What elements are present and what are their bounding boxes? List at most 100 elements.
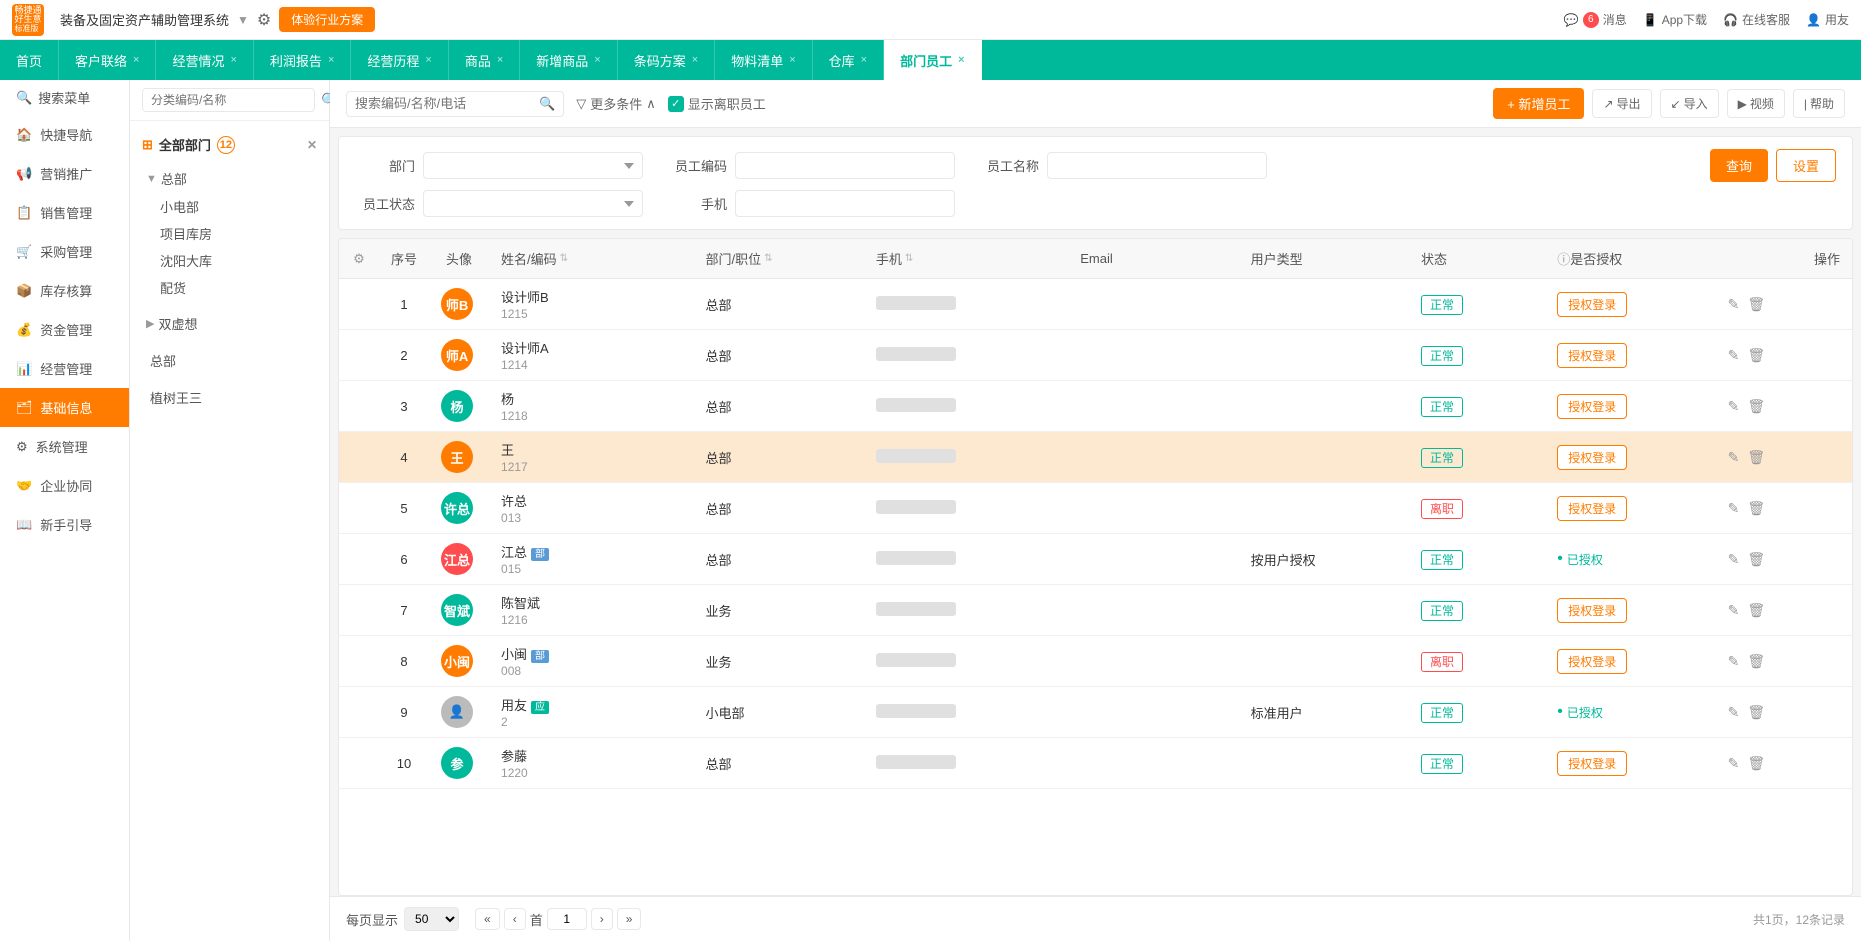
- close-icon[interactable]: ×: [692, 54, 698, 66]
- collapse-icon[interactable]: ✕: [307, 138, 317, 152]
- delete-icon[interactable]: 🗑: [1747, 602, 1765, 619]
- auth-login-button[interactable]: 授权登录: [1557, 292, 1627, 317]
- delete-icon[interactable]: 🗑: [1747, 449, 1765, 466]
- sidebar-item-marketing[interactable]: 📢 营销推广: [0, 154, 129, 193]
- status-filter-select[interactable]: [423, 190, 643, 217]
- sidebar-item-inventory[interactable]: 📦 库存核算: [0, 271, 129, 310]
- trial-button[interactable]: 体验行业方案: [279, 7, 375, 32]
- auth-login-button[interactable]: 授权登录: [1557, 751, 1627, 776]
- emp-name-input[interactable]: [1047, 152, 1267, 179]
- settings-icon[interactable]: ⚙: [353, 251, 365, 266]
- edit-icon[interactable]: ✎: [1728, 449, 1740, 466]
- nav-item-new-product[interactable]: 新增商品 ×: [520, 40, 617, 80]
- edit-icon[interactable]: ✎: [1728, 347, 1740, 364]
- dropdown-arrow-icon[interactable]: ▼: [237, 13, 249, 27]
- close-icon[interactable]: ×: [133, 54, 139, 66]
- app-download-button[interactable]: 📱 App下载: [1643, 11, 1707, 28]
- sidebar-item-operations[interactable]: 📊 经营管理: [0, 349, 129, 388]
- delete-icon[interactable]: 🗑: [1747, 755, 1765, 772]
- auth-login-button[interactable]: 授权登录: [1557, 496, 1627, 521]
- query-button[interactable]: 查询: [1710, 149, 1768, 182]
- online-service-button[interactable]: 🎧 在线客服: [1723, 11, 1790, 28]
- auth-login-button[interactable]: 授权登录: [1557, 343, 1627, 368]
- dept-all-item[interactable]: ⊞ 全部部门 12 ✕: [130, 129, 329, 160]
- nav-item-home[interactable]: 首页: [0, 40, 59, 80]
- dept-group-name[interactable]: ▶ 双虚想: [130, 309, 329, 338]
- next-page-button[interactable]: ›: [591, 908, 613, 930]
- delete-icon[interactable]: 🗑: [1747, 551, 1765, 568]
- edit-icon[interactable]: ✎: [1728, 551, 1740, 568]
- delete-icon[interactable]: 🗑: [1747, 398, 1765, 415]
- delete-icon[interactable]: 🗑: [1747, 347, 1765, 364]
- nav-item-history[interactable]: 经营历程 ×: [351, 40, 448, 80]
- close-icon[interactable]: ×: [230, 54, 236, 66]
- more-conditions-button[interactable]: ▽ 更多条件 ∧: [576, 94, 656, 113]
- auth-login-button[interactable]: 授权登录: [1557, 394, 1627, 419]
- page-input[interactable]: [547, 908, 587, 930]
- video-button[interactable]: ▶ 视频: [1727, 89, 1785, 118]
- last-page-button[interactable]: »: [617, 908, 642, 930]
- edit-icon[interactable]: ✎: [1728, 602, 1740, 619]
- phone-filter-input[interactable]: [735, 190, 955, 217]
- sort-icon[interactable]: ⇅: [905, 253, 913, 264]
- user-button[interactable]: 👤 用友: [1806, 11, 1849, 28]
- delete-icon[interactable]: 🗑: [1747, 704, 1765, 721]
- close-icon[interactable]: ×: [861, 54, 867, 66]
- edit-icon[interactable]: ✎: [1728, 653, 1740, 670]
- message-button[interactable]: 💬 6 消息: [1564, 11, 1627, 28]
- dept-child-delivery[interactable]: 配货: [130, 274, 329, 301]
- add-employee-button[interactable]: + 新增员工: [1493, 88, 1584, 119]
- auth-login-button[interactable]: 授权登录: [1557, 445, 1627, 470]
- nav-item-bom[interactable]: 物料清单 ×: [715, 40, 812, 80]
- dept-child-small-elec[interactable]: 小电部: [130, 193, 329, 220]
- dept-child-project[interactable]: 项目库房: [130, 220, 329, 247]
- close-icon[interactable]: ×: [497, 54, 503, 66]
- auth-login-button[interactable]: 授权登录: [1557, 649, 1627, 674]
- nav-item-customer[interactable]: 客户联络 ×: [59, 40, 156, 80]
- nav-item-barcode[interactable]: 条码方案 ×: [618, 40, 715, 80]
- dept-search-input[interactable]: [142, 88, 315, 112]
- close-icon[interactable]: ×: [789, 54, 795, 66]
- export-button[interactable]: ↗ 导出: [1592, 89, 1651, 118]
- edit-icon[interactable]: ✎: [1728, 704, 1740, 721]
- edit-icon[interactable]: ✎: [1728, 500, 1740, 517]
- close-icon[interactable]: ×: [425, 54, 431, 66]
- close-icon[interactable]: ×: [328, 54, 334, 66]
- sidebar-item-guide[interactable]: 📖 新手引导: [0, 505, 129, 544]
- sidebar-item-system[interactable]: ⚙ 系统管理: [0, 427, 129, 466]
- delete-icon[interactable]: 🗑: [1747, 653, 1765, 670]
- settings-gear-icon[interactable]: ⚙: [257, 10, 271, 30]
- edit-icon[interactable]: ✎: [1728, 398, 1740, 415]
- sidebar-item-basic-info[interactable]: 🗂 基础信息: [0, 388, 129, 427]
- nav-item-profit[interactable]: 利润报告 ×: [254, 40, 351, 80]
- sort-icon[interactable]: ⇅: [560, 253, 568, 264]
- edit-icon[interactable]: ✎: [1728, 755, 1740, 772]
- help-button[interactable]: | 帮助: [1793, 89, 1845, 118]
- delete-icon[interactable]: 🗑: [1747, 500, 1765, 517]
- sidebar-item-finance[interactable]: 💰 资金管理: [0, 310, 129, 349]
- import-button[interactable]: ↙ 导入: [1660, 89, 1719, 118]
- prev-page-button[interactable]: ‹: [504, 908, 526, 930]
- sidebar-item-search[interactable]: 🔍 搜索菜单: [0, 80, 129, 115]
- nav-item-employees[interactable]: 部门员工 ×: [884, 40, 981, 80]
- nav-item-warehouse[interactable]: 仓库 ×: [813, 40, 884, 80]
- per-page-select[interactable]: 50 100: [404, 907, 459, 931]
- reset-button[interactable]: 设置: [1776, 149, 1836, 182]
- sort-icon[interactable]: ⇅: [764, 253, 772, 264]
- close-icon[interactable]: ×: [594, 54, 600, 66]
- dept-child-shenyang[interactable]: 沈阳大库: [130, 247, 329, 274]
- sidebar-item-enterprise[interactable]: 🤝 企业协同: [0, 466, 129, 505]
- first-page-button[interactable]: «: [475, 908, 500, 930]
- dept-group-name[interactable]: 植树王三: [130, 383, 329, 412]
- show-resigned-checkbox[interactable]: ✓ 显示离职员工: [668, 94, 766, 113]
- edit-icon[interactable]: ✎: [1728, 296, 1740, 313]
- dept-filter-select[interactable]: [423, 152, 643, 179]
- sidebar-item-purchase[interactable]: 🛒 采购管理: [0, 232, 129, 271]
- delete-icon[interactable]: 🗑: [1747, 296, 1765, 313]
- dept-group-name[interactable]: ▼ 总部: [130, 164, 329, 193]
- emp-code-input[interactable]: [735, 152, 955, 179]
- search-input[interactable]: [355, 96, 535, 111]
- search-submit-icon[interactable]: 🔍: [539, 96, 555, 112]
- sidebar-item-quick-nav[interactable]: 🏠 快捷导航: [0, 115, 129, 154]
- nav-item-product[interactable]: 商品 ×: [449, 40, 520, 80]
